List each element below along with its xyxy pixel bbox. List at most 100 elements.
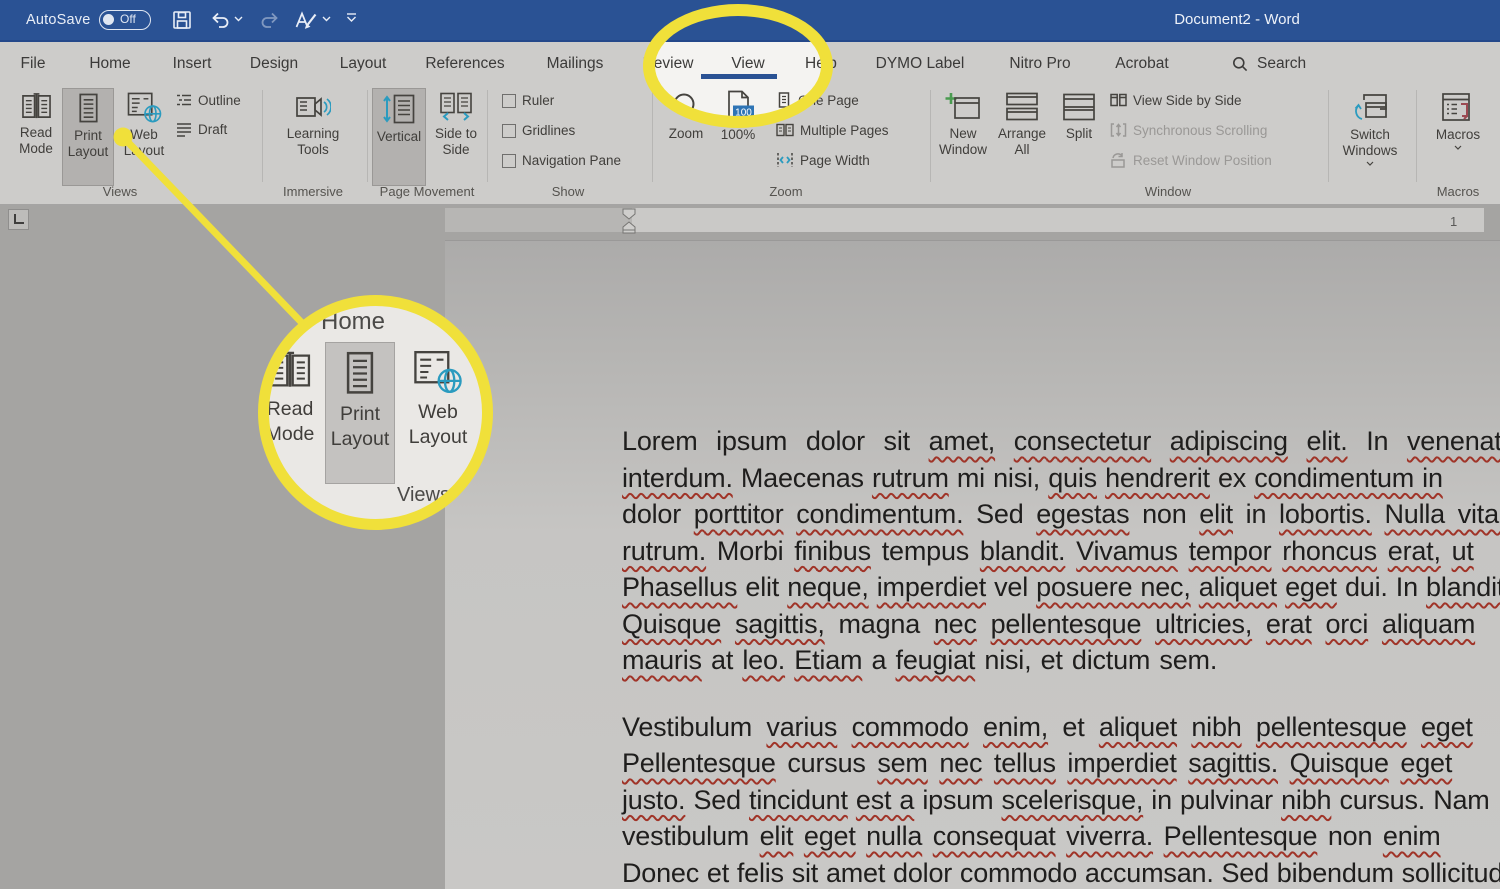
customize-quick-access-icon[interactable] [346,13,357,23]
tab-stop-selector[interactable] [8,209,29,230]
read-mode-button[interactable]: Read Mode [14,92,58,157]
misspelled-word: finibus [794,536,871,566]
misspelled-word: ultricies, [1155,609,1252,639]
tab-help[interactable]: Help [805,42,837,85]
tab-acrobat[interactable]: Acrobat [1115,42,1168,85]
one-page-icon [776,92,792,108]
misspelled-word: Nulla vitae [1384,499,1500,529]
save-icon[interactable] [172,10,192,30]
misspelled-word: nec [934,609,977,639]
split-button[interactable]: Split [1056,92,1102,142]
misspelled-word: orci [1325,609,1368,639]
misspelled-word: Quisque [622,609,721,639]
draft-button[interactable]: Draft [176,121,227,137]
undo-icon[interactable] [210,10,232,30]
group-divider [1416,90,1417,182]
views-group-caption: Views [103,184,137,199]
indent-markers-icon[interactable] [620,208,638,234]
ink-dropdown-icon[interactable] [322,16,331,22]
navigation-pane-checkbox-item[interactable]: Navigation Pane [502,153,621,168]
switch-windows-button[interactable]: Switch Windows [1338,92,1402,166]
misspelled-word: pellentesque [991,609,1142,639]
misspelled-word: pellentesque [1256,712,1407,742]
text-line: dolor porttitor condimentum. Sed egestas… [622,499,1500,536]
tab-home[interactable]: Home [89,42,130,85]
misspelled-word: posuere nec, [1036,572,1191,602]
misspelled-word: tincidunt [749,785,848,815]
new-window-button[interactable]: New Window [938,92,988,158]
misspelled-word: amet, [929,426,996,456]
page-width-icon [776,152,794,168]
ruler-margin-area[interactable] [445,208,632,232]
web-layout-button[interactable]: Web Layout [118,92,170,159]
misspelled-word: aliquam [1382,609,1475,639]
misspelled-word: interdum. [622,463,733,493]
autosave-state: Off [120,12,136,26]
tab-file[interactable]: File [21,42,46,85]
view-side-by-side-button[interactable]: View Side by Side [1110,92,1242,108]
learning-tools-button[interactable]: Learning Tools [283,92,343,158]
group-divider [262,90,263,182]
misspelled-word: scelerisque, [1002,785,1144,815]
print-layout-icon [74,93,103,124]
misspelled-word: erat [1266,609,1312,639]
tab-review[interactable]: Review [643,42,694,85]
macros-group-caption: Macros [1437,184,1480,199]
misspelled-word: aliquet [1099,712,1177,742]
autosave-knob [103,14,114,25]
misspelled-word: est a [856,785,914,815]
print-layout-button[interactable]: Print Layout [62,88,114,186]
gridlines-checkbox-item[interactable]: Gridlines [502,123,575,138]
ruler-checkbox-item[interactable]: Ruler [502,93,554,108]
split-icon [1062,92,1096,122]
tab-design[interactable]: Design [250,42,298,85]
autosave-toggle[interactable]: Off [99,10,151,30]
misspelled-word: Phasellus [622,572,737,602]
active-tab-indicator [701,74,777,79]
text-line: justo. Sed tincidunt est a ipsum sceleri… [622,785,1500,822]
zoom-100-button[interactable]: 100 100% [713,90,763,143]
side-to-side-button[interactable]: Side to Side [430,92,482,158]
misspelled-word: adipiscing [1170,426,1288,456]
misspelled-word: rhoncus [1282,536,1377,566]
multiple-pages-button[interactable]: Multiple Pages [776,122,889,138]
arrange-all-button[interactable]: Arrange All [994,92,1050,158]
zoom-button[interactable]: Zoom [663,92,709,142]
horizontal-ruler[interactable]: 1 [632,208,1484,232]
navigation-pane-checkbox[interactable] [502,154,516,168]
tab-nitro-pro[interactable]: Nitro Pro [1009,42,1070,85]
macros-button[interactable]: Macros [1432,92,1484,150]
zoom-100-icon: 100 [722,90,754,123]
undo-dropdown-icon[interactable] [234,16,243,22]
ruler-checkbox[interactable] [502,94,516,108]
callout-web-layout-button[interactable]: Web Layout [399,350,477,450]
search-control[interactable]: Search [1232,42,1306,85]
tab-dymo-label[interactable]: DYMO Label [876,42,965,85]
misspelled-word: ut [1452,536,1474,566]
callout-read-mode-button[interactable]: Read Mode [258,350,323,447]
misspelled-word: varius [766,712,837,742]
tab-layout[interactable]: Layout [340,42,387,85]
document-page[interactable]: Lorem ipsum dolor sit amet, consectetur … [445,240,1500,889]
zoom-badge-text: 100 [735,108,752,119]
gridlines-checkbox[interactable] [502,124,516,138]
misspelled-word: venenatis [1407,426,1500,456]
ink-pen-icon[interactable] [294,10,318,30]
misspelled-word: nec [939,748,982,778]
page-width-button[interactable]: Page Width [776,152,870,168]
callout-print-layout-button[interactable]: Print Layout [325,342,395,484]
tab-mailings[interactable]: Mailings [547,42,604,85]
outline-icon [176,92,192,108]
misspelled-word: eget [1421,712,1473,742]
one-page-button[interactable]: One Page [776,92,859,108]
tab-insert[interactable]: Insert [173,42,212,85]
group-divider [1328,90,1329,182]
misspelled-word: Pellentesque [1164,821,1318,851]
redo-icon [258,10,280,30]
vertical-button[interactable]: Vertical [372,88,426,186]
tab-references[interactable]: References [425,42,504,85]
text-line: Phasellus elit neque, imperdiet vel posu… [622,572,1500,609]
side-to-side-icon [439,92,473,122]
outline-button[interactable]: Outline [176,92,241,108]
misspelled-word: nibh [1281,785,1331,815]
